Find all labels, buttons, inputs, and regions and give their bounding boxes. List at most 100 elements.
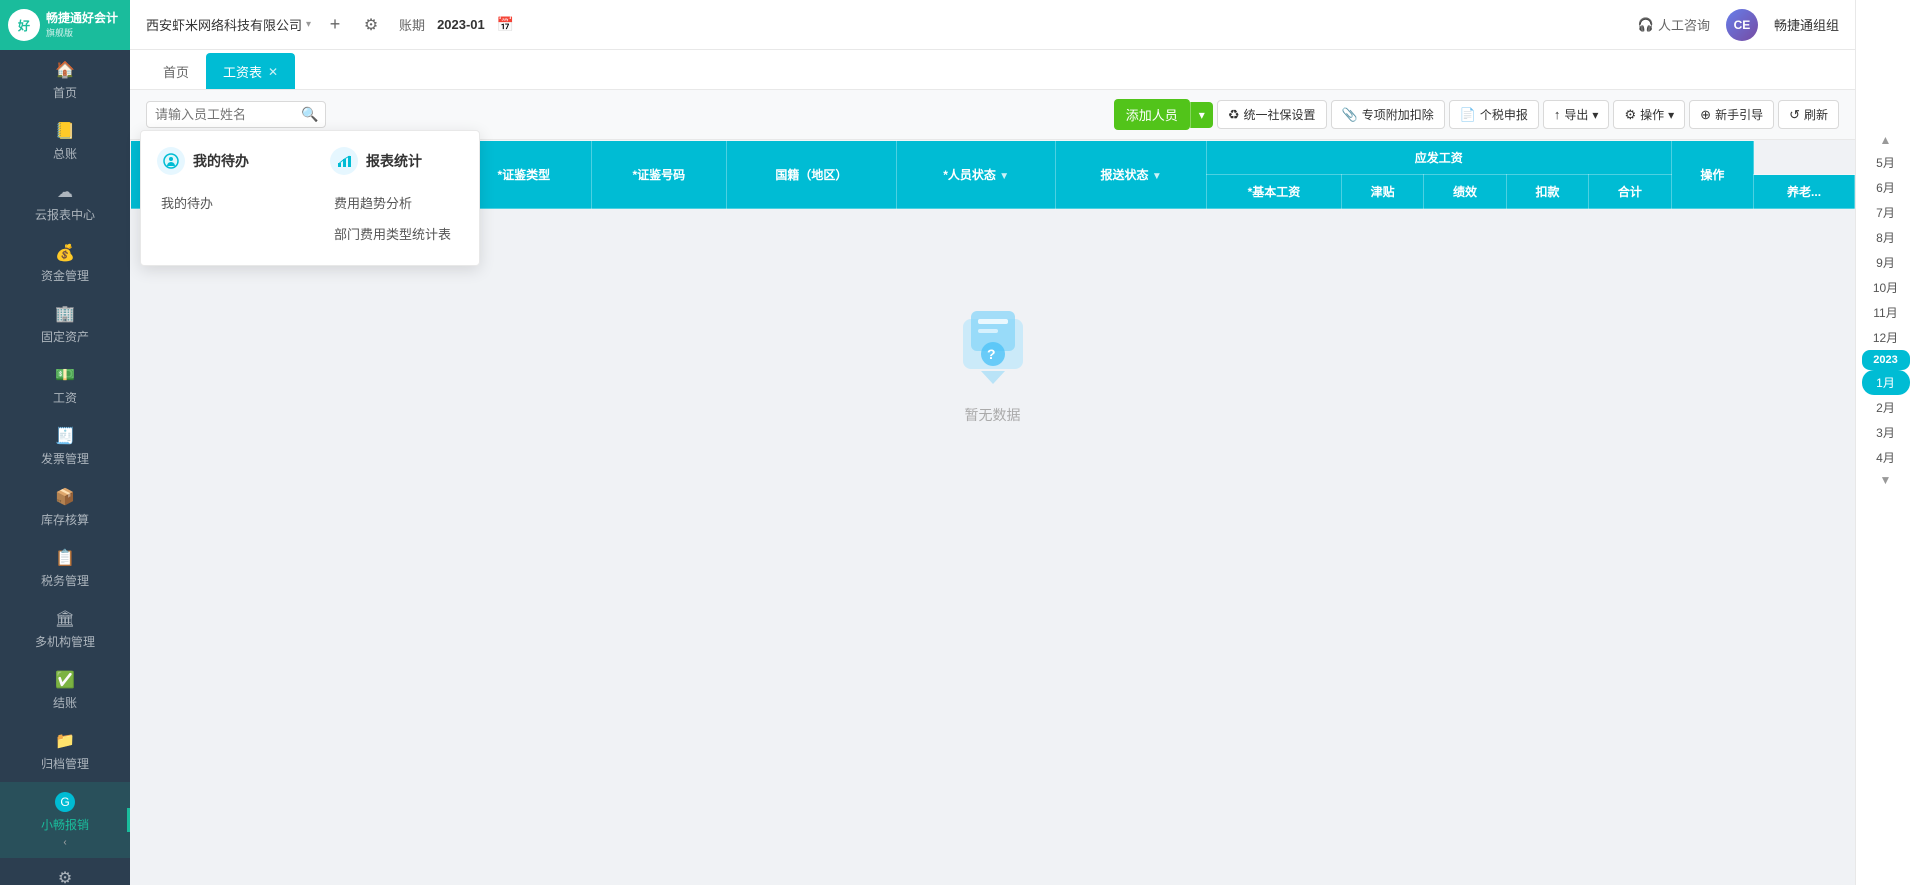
month-item-2023-3[interactable]: 3月 <box>1862 420 1910 445</box>
sidebar-item-salary[interactable]: 💵 工资 <box>0 355 130 416</box>
topbar: 西安虾米网络科技有限公司 ▾ + ⚙ 账期 2023-01 📅 🎧 人工咨询 C… <box>130 0 1855 50</box>
popup-todo-header: 我的待办 <box>157 147 290 175</box>
month-item-2023-2[interactable]: 2月 <box>1862 395 1910 420</box>
ledger-icon: 📒 <box>55 121 75 141</box>
search-box[interactable]: 🔍 <box>146 101 326 128</box>
sidebar-item-label: 工资 <box>53 389 77 406</box>
social-security-button[interactable]: ♻ 统一社保设置 <box>1217 100 1327 129</box>
basic-icon: ⚙ <box>58 868 72 885</box>
report-status-filter-icon[interactable]: ▼ <box>1152 171 1162 182</box>
svg-text:?: ? <box>987 346 996 362</box>
col-id-number: *证鉴号码 <box>591 141 726 209</box>
home-icon: 🏠 <box>55 60 75 80</box>
operation-dropdown-icon: ▾ <box>1668 108 1674 122</box>
month-item-2023-1[interactable]: 1月 <box>1862 370 1910 395</box>
month-item-2022-11[interactable]: 11月 <box>1862 300 1910 325</box>
settings-button[interactable]: ⚙ <box>359 13 383 37</box>
sidebar-item-label: 总账 <box>53 145 77 162</box>
month-scroll-down-button[interactable]: ▼ <box>1874 470 1898 490</box>
new-guide-icon: ⊕ <box>1700 107 1711 123</box>
tab-salary[interactable]: 工资表 ✕ <box>206 53 295 89</box>
tab-home[interactable]: 首页 <box>146 53 206 89</box>
sidebar-item-label: 小畅报销 <box>41 816 89 833</box>
tax-return-icon: 📄 <box>1460 107 1476 123</box>
col-person-status: *人员状态 ▼ <box>897 141 1056 209</box>
popup-report-header: 报表统计 <box>330 147 463 175</box>
popup-report-icon <box>330 147 358 175</box>
empty-text: 暂无数据 <box>965 405 1021 425</box>
month-item-2022-7[interactable]: 7月 <box>1862 200 1910 225</box>
special-deduct-button[interactable]: 📎 专项附加扣除 <box>1331 100 1445 129</box>
add-company-button[interactable]: + <box>323 13 347 37</box>
user-name[interactable]: 畅捷通组组 <box>1774 15 1839 34</box>
popup-col-todo: 我的待办 我的待办 <box>157 147 290 249</box>
sidebar-item-label: 云报表中心 <box>35 206 95 223</box>
sidebar-item-xiaochang[interactable]: G 小畅报销 ‹ <box>0 782 130 858</box>
sidebar-item-invoice[interactable]: 🧾 发票管理 <box>0 416 130 477</box>
col-performance: 绩效 <box>1424 175 1506 209</box>
search-icon[interactable]: 🔍 <box>301 106 318 123</box>
month-item-2022-5[interactable]: 5月 <box>1862 150 1910 175</box>
tab-close-icon[interactable]: ✕ <box>268 65 278 79</box>
support-button[interactable]: 🎧 人工咨询 <box>1638 15 1710 34</box>
popup-item-cost-trend[interactable]: 费用趋势分析 <box>330 187 463 218</box>
month-item-2022-8[interactable]: 8月 <box>1862 225 1910 250</box>
special-deduct-label: 专项附加扣除 <box>1362 106 1434 123</box>
sidebar-item-ledger[interactable]: 📒 总账 <box>0 111 130 172</box>
month-item-2022-6[interactable]: 6月 <box>1862 175 1910 200</box>
sidebar-item-label: 结账 <box>53 694 77 711</box>
special-deduct-icon: 📎 <box>1342 107 1358 123</box>
sidebar-item-expand: ‹ <box>63 837 66 848</box>
sidebar-item-fixed-asset[interactable]: 🏢 固定资产 <box>0 294 130 355</box>
social-security-label: 统一社保设置 <box>1243 106 1315 123</box>
popup-todo-title: 我的待办 <box>193 151 249 171</box>
company-dropdown-icon: ▾ <box>306 19 311 30</box>
refresh-button[interactable]: ↺ 刷新 <box>1778 100 1839 129</box>
sidebar-item-closing[interactable]: ✅ 结账 <box>0 660 130 721</box>
new-guide-button[interactable]: ⊕ 新手引导 <box>1689 100 1774 129</box>
sidebar-item-home[interactable]: 🏠 首页 <box>0 50 130 111</box>
calendar-icon[interactable]: 📅 <box>497 16 514 33</box>
col-base-salary: *基本工资 <box>1206 175 1341 209</box>
avatar-text: CE <box>1734 18 1751 32</box>
search-input[interactable] <box>155 107 295 122</box>
operation-button[interactable]: ⚙ 操作 ▾ <box>1613 100 1685 129</box>
sidebar-item-label: 发票管理 <box>41 450 89 467</box>
col-report-status: 报送状态 ▼ <box>1056 141 1207 209</box>
refresh-label: 刷新 <box>1804 106 1828 123</box>
popup-item-dept-cost[interactable]: 部门费用类型统计表 <box>330 218 463 249</box>
sidebar-item-fund[interactable]: 💰 资金管理 <box>0 233 130 294</box>
popup-report-title: 报表统计 <box>366 151 422 171</box>
xiaochang-icon: G <box>55 792 75 812</box>
month-item-2023-4[interactable]: 4月 <box>1862 445 1910 470</box>
fund-icon: 💰 <box>55 243 75 263</box>
sidebar-item-basic[interactable]: ⚙ 基础设置 <box>0 858 130 885</box>
add-person-button[interactable]: 添加人员 <box>1114 99 1190 130</box>
sidebar-item-tax[interactable]: 📋 税务管理 <box>0 538 130 599</box>
person-status-filter-icon[interactable]: ▼ <box>999 171 1009 182</box>
year-label-2023: 2023 <box>1862 350 1910 370</box>
sidebar-item-multi-org[interactable]: 🏛 多机构管理 <box>0 599 130 660</box>
add-person-dropdown-button[interactable]: ▾ <box>1190 102 1213 128</box>
sidebar-item-cloud-report[interactable]: ☁ 云报表中心 <box>0 172 130 233</box>
company-selector[interactable]: 西安虾米网络科技有限公司 ▾ <box>146 15 311 34</box>
month-item-2022-10[interactable]: 10月 <box>1862 275 1910 300</box>
support-label: 人工咨询 <box>1658 15 1710 34</box>
app-logo[interactable]: 好 畅捷通好会计 旗舰版 <box>0 0 130 50</box>
month-item-2022-9[interactable]: 9月 <box>1862 250 1910 275</box>
export-button[interactable]: ↑ 导出 ▾ <box>1543 100 1610 129</box>
tax-return-button[interactable]: 📄 个税申报 <box>1449 100 1539 129</box>
app-sub: 旗舰版 <box>46 26 118 39</box>
popup-item-my-todo[interactable]: 我的待办 <box>157 187 290 218</box>
month-item-2022-12[interactable]: 12月 <box>1862 325 1910 350</box>
col-operation: 操作 <box>1671 141 1753 209</box>
export-label: 导出 <box>1564 106 1588 123</box>
sidebar-item-inventory[interactable]: 📦 库存核算 <box>0 477 130 538</box>
col-allowance: 津贴 <box>1341 175 1423 209</box>
sidebar-item-archive[interactable]: 📁 归档管理 <box>0 721 130 782</box>
sidebar-nav: 🏠 首页 📒 总账 ☁ 云报表中心 💰 资金管理 🏢 固定资产 💵 工资 🧾 发… <box>0 50 130 885</box>
sidebar-item-label: 库存核算 <box>41 511 89 528</box>
month-scroll-up-button[interactable]: ▲ <box>1874 130 1898 150</box>
popup-section: 我的待办 我的待办 报表统计 费用趋势分析 部门费用类型统计表 <box>157 147 463 249</box>
empty-icon: ? <box>943 289 1043 389</box>
